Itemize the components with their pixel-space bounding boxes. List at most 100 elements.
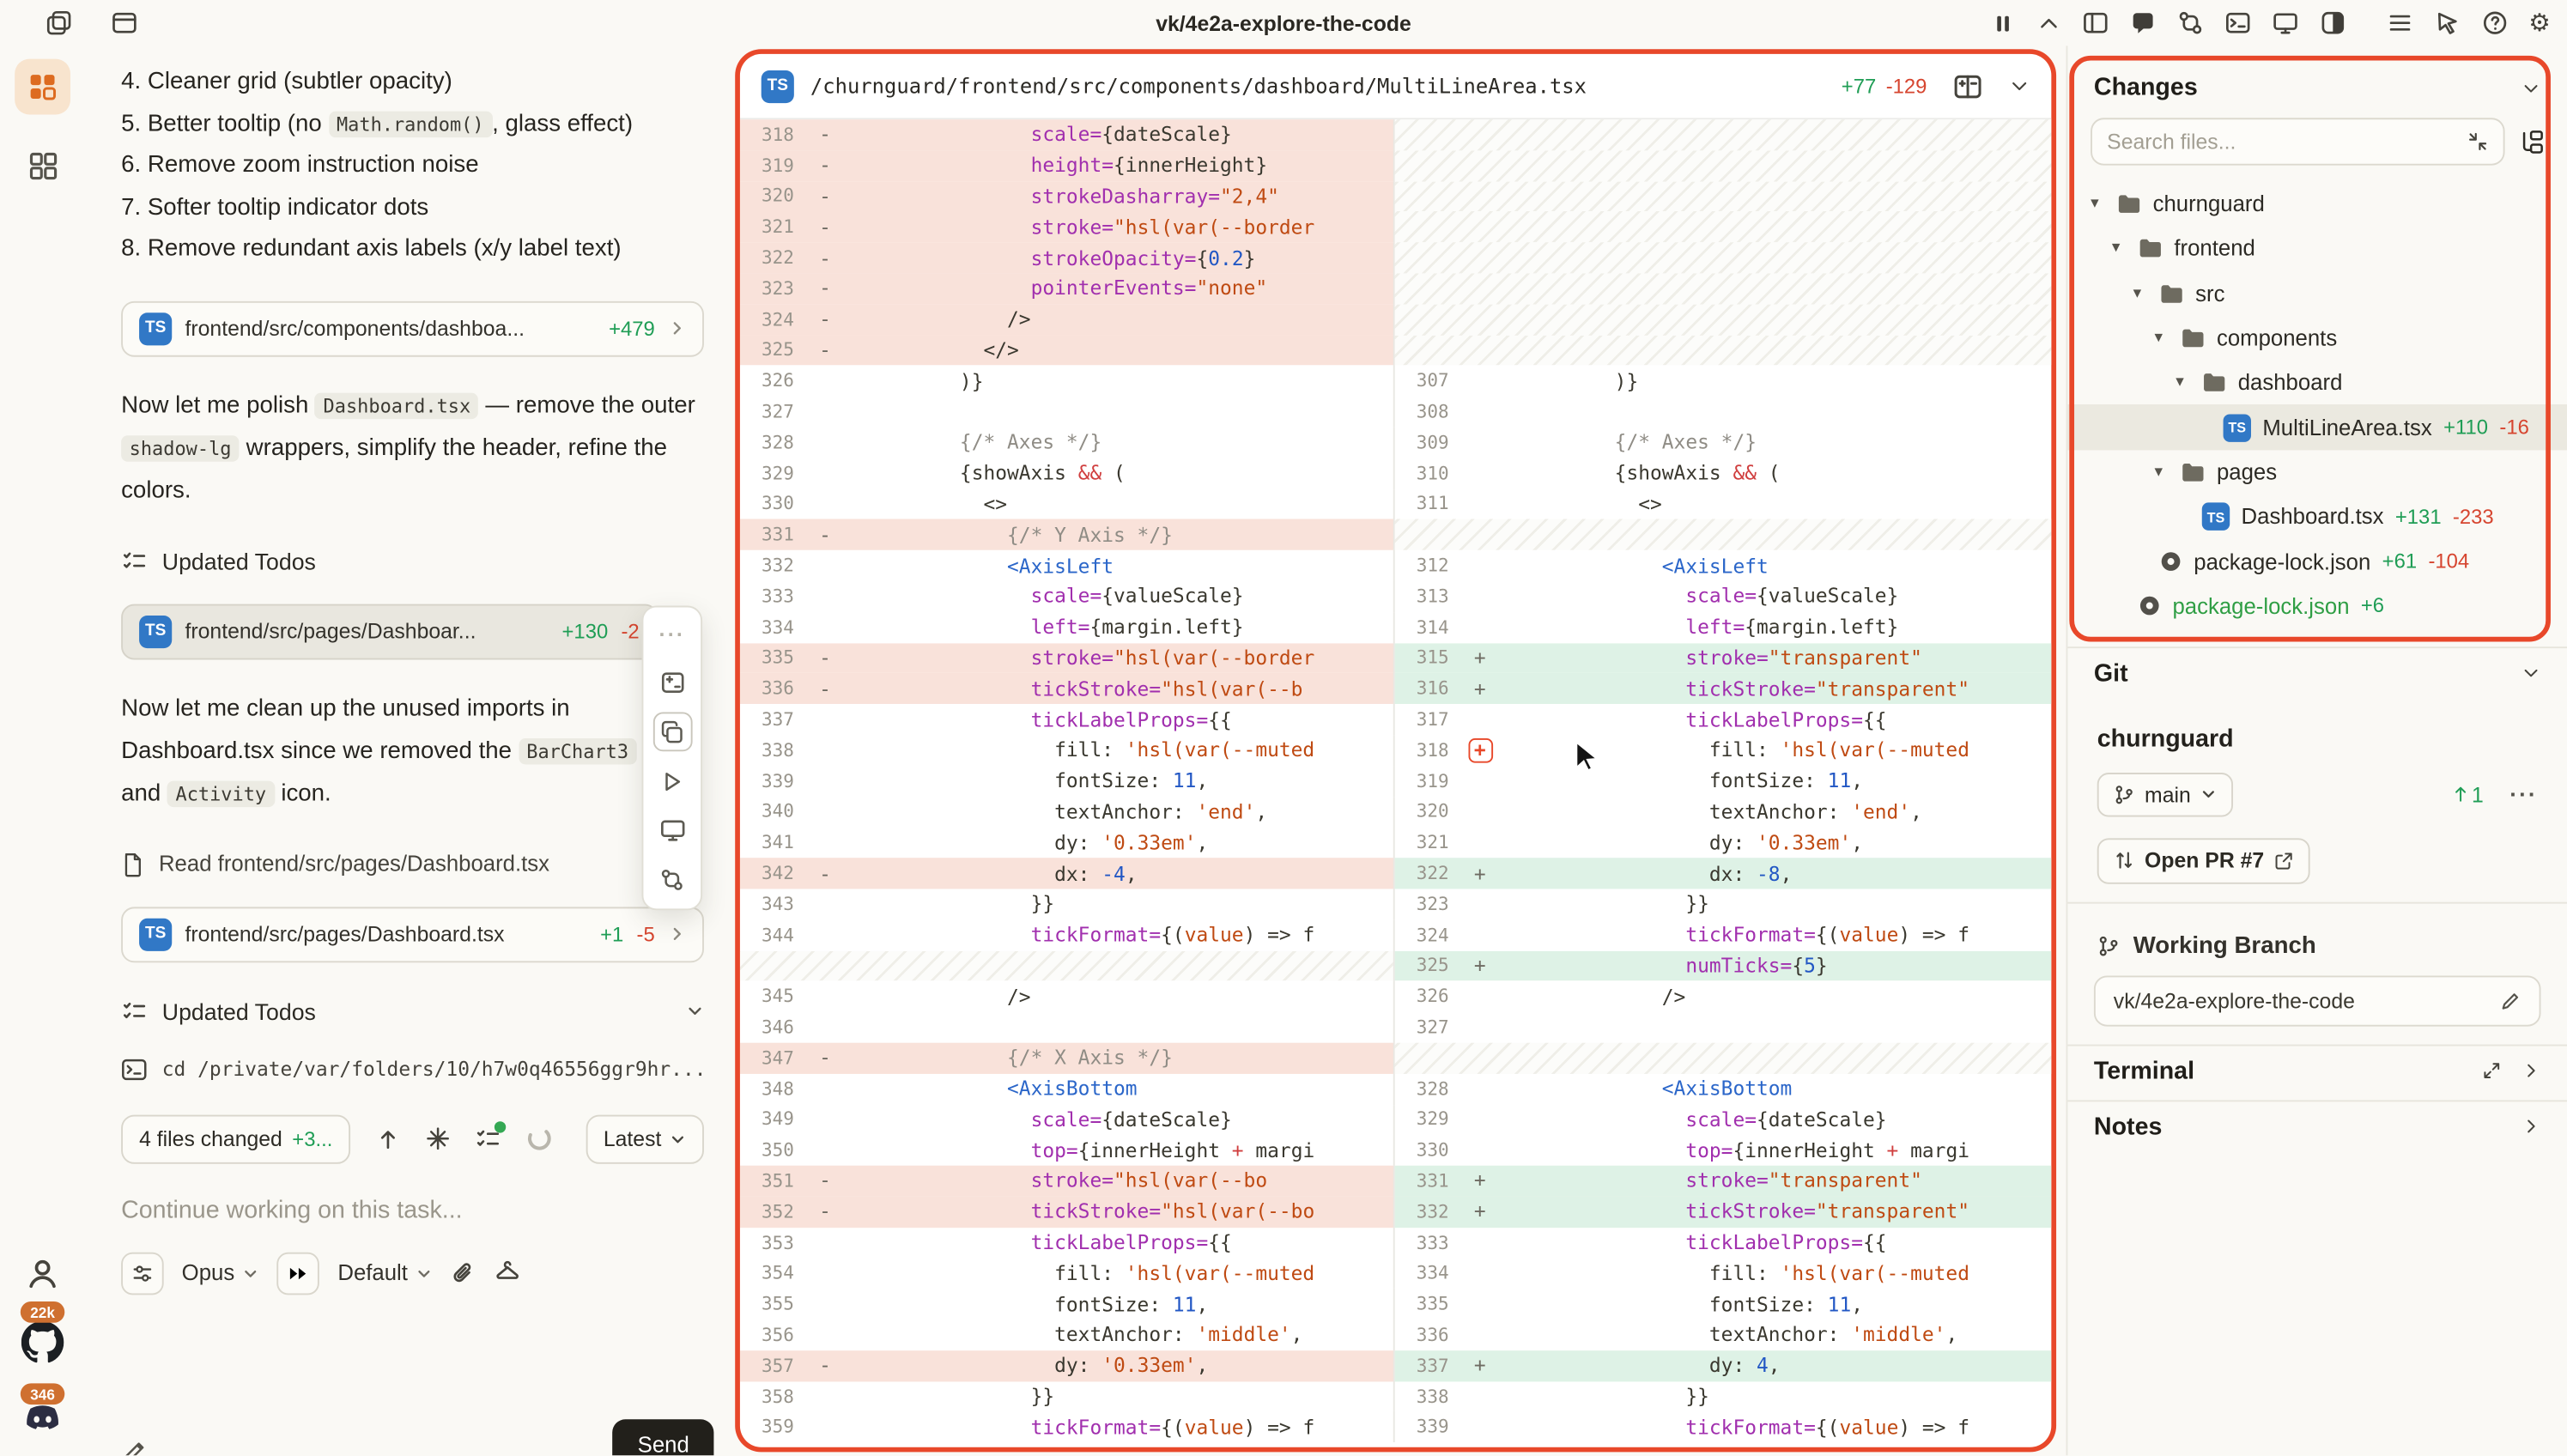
panel-left-icon[interactable] [2082,9,2109,36]
run-icon[interactable] [652,761,692,801]
grid-view-button[interactable] [27,150,58,181]
branch-selector[interactable]: main [2097,773,2234,816]
tree-item[interactable]: ▾pages [2067,450,2567,494]
updated-todos[interactable]: Updated Todos [121,548,704,574]
updated-todos[interactable]: Updated Todos [121,998,704,1024]
right-panel: Changes ▾churnguard▾frontend▾src▾compone… [2066,46,2567,1455]
edit-pencil-icon[interactable] [121,1441,146,1455]
git-more-options[interactable]: ··· [2509,781,2537,808]
code-text: tickFormat={(value) => f [1496,1416,1969,1439]
code-text: pointerEvents="none" [841,277,1267,300]
tree-item[interactable]: ▾src [2067,271,2567,316]
folder-icon [2117,193,2142,215]
panels-icon[interactable] [112,9,138,36]
chevron-down-icon[interactable]: ▾ [2105,240,2127,258]
pause-icon[interactable] [1990,10,2015,35]
terminal-section-header[interactable]: Terminal [2067,1046,2567,1096]
chevron-down-icon[interactable] [2521,664,2541,683]
todo-status-icon[interactable] [475,1125,501,1152]
app-logo-button[interactable] [15,59,70,115]
edit-pencil-icon[interactable] [2500,991,2521,1012]
diff-new-cell [1395,304,2052,335]
code-text: textAnchor: 'end', [1496,800,1922,823]
help-icon[interactable] [2481,9,2508,36]
git-compare-icon[interactable] [2176,9,2203,36]
chevron-down-icon[interactable]: ▾ [2148,464,2170,482]
tree-item[interactable]: ▾churnguard [2067,182,2567,227]
chevron-down-icon[interactable] [2009,76,2030,97]
chevron-down-icon[interactable] [686,1002,704,1020]
diff-row: 323- pointerEvents="none" [740,273,2051,304]
chevron-down-icon[interactable]: ▾ [2127,284,2148,302]
chat-bubble-icon[interactable] [2129,9,2156,36]
tabs-icon[interactable] [46,9,72,36]
version-selector[interactable]: Latest [586,1114,704,1163]
git-compare-icon[interactable] [652,859,692,899]
model-selector[interactable]: Opus [182,1260,259,1285]
files-changed-chip[interactable]: 4 files changed +3... [121,1114,350,1163]
collapse-up-icon[interactable] [2036,10,2060,35]
working-branch-input[interactable]: vk/4e2a-explore-the-code [2094,975,2541,1026]
chat-paragraph: Now let me polish Dashboard.tsx — remove… [121,384,704,512]
git-section-header[interactable]: Git [2067,648,2567,699]
diff-old-cell: 328 {/* Axes */} [740,428,1395,458]
edit-diff-icon[interactable] [652,663,692,702]
hanger-icon[interactable] [495,1259,521,1286]
chevron-down-icon[interactable] [2521,78,2541,98]
tree-item[interactable]: TSDashboard.tsx+131-233 [2067,494,2567,539]
chevron-down-icon[interactable]: ▾ [2084,195,2105,213]
profile-icon[interactable] [25,1256,61,1292]
notes-section-header[interactable]: Notes [2067,1101,2567,1152]
line-number: 316 [1395,678,1464,700]
theme-toggle-icon[interactable] [2319,9,2345,36]
terminal-command-row[interactable]: cd /private/var/folders/10/h7w0q46556ggr… [121,1057,704,1082]
more-options-icon[interactable]: ··· [652,614,692,653]
tree-item[interactable]: ▾dashboard [2067,361,2567,405]
monitor-icon[interactable] [652,810,692,850]
file-chip[interactable]: TSfrontend/src/pages/Dashboar...+130-2 [121,604,658,659]
add-comment-button[interactable]: + [1468,738,1493,763]
open-pr-button[interactable]: Open PR #7 [2097,838,2310,883]
discord-button[interactable]: 346 [21,1403,64,1439]
search-box[interactable] [2091,118,2504,165]
terminal-icon[interactable] [2224,9,2251,36]
expand-icon[interactable] [2482,1062,2502,1082]
chevron-right-icon[interactable] [2521,1117,2541,1137]
diff-row: 331- {/* Y Axis */} [740,519,2051,550]
settings-gear-icon[interactable]: ⚙ [2528,10,2551,35]
code-text: stroke="hsl(var(--border [841,215,1314,239]
skip-button[interactable] [277,1252,320,1295]
pointer-share-icon[interactable] [2434,9,2461,36]
tree-item[interactable]: package-lock.json+61-104 [2067,539,2567,584]
changes-section-header[interactable]: Changes [2067,62,2567,112]
send-button[interactable]: Send [613,1419,713,1455]
monitor-icon[interactable] [2272,9,2298,36]
sparkle-icon[interactable] [426,1126,451,1151]
split-view-icon[interactable] [1953,71,1982,100]
diff-row: 342- dx: -4,322+ dx: -8, [740,858,2051,889]
github-button[interactable]: 22k [21,1321,64,1364]
chat-input[interactable] [121,1196,704,1223]
collapse-diagonal-icon[interactable] [2467,131,2489,153]
read-file-row[interactable]: Read frontend/src/pages/Dashboard.tsx [121,851,704,877]
menu-icon[interactable] [2386,9,2412,36]
diff-old-cell: 319- height={innerHeight} [740,150,1395,181]
attach-paperclip-icon[interactable] [451,1259,477,1286]
tree-item[interactable]: TSMultiLineArea.tsx+110-16 [2067,405,2567,450]
search-input[interactable] [2107,130,2457,155]
file-tree-toggle-icon[interactable] [2520,130,2545,155]
file-chip[interactable]: TSfrontend/src/pages/Dashboard.tsx+1-5 [121,906,704,962]
settings-sliders-button[interactable] [121,1252,164,1295]
mode-selector[interactable]: Default [337,1260,432,1285]
copy-icon[interactable] [652,713,692,752]
tree-item[interactable]: ▾frontend [2067,227,2567,271]
upload-icon[interactable] [375,1125,402,1152]
diff-row: 353 tickLabelProps={{333 tickLabelProps=… [740,1228,2051,1259]
tree-item[interactable]: ▾components [2067,316,2567,361]
chevron-down-icon[interactable]: ▾ [2148,329,2170,347]
chevron-right-icon[interactable] [2521,1062,2541,1082]
file-chip[interactable]: TSfrontend/src/components/dashboa...+479 [121,300,704,356]
code-text: dy: '0.33em', [1496,831,1863,854]
chevron-down-icon[interactable]: ▾ [2170,373,2191,391]
tree-item[interactable]: package-lock.json+6 [2067,584,2567,628]
